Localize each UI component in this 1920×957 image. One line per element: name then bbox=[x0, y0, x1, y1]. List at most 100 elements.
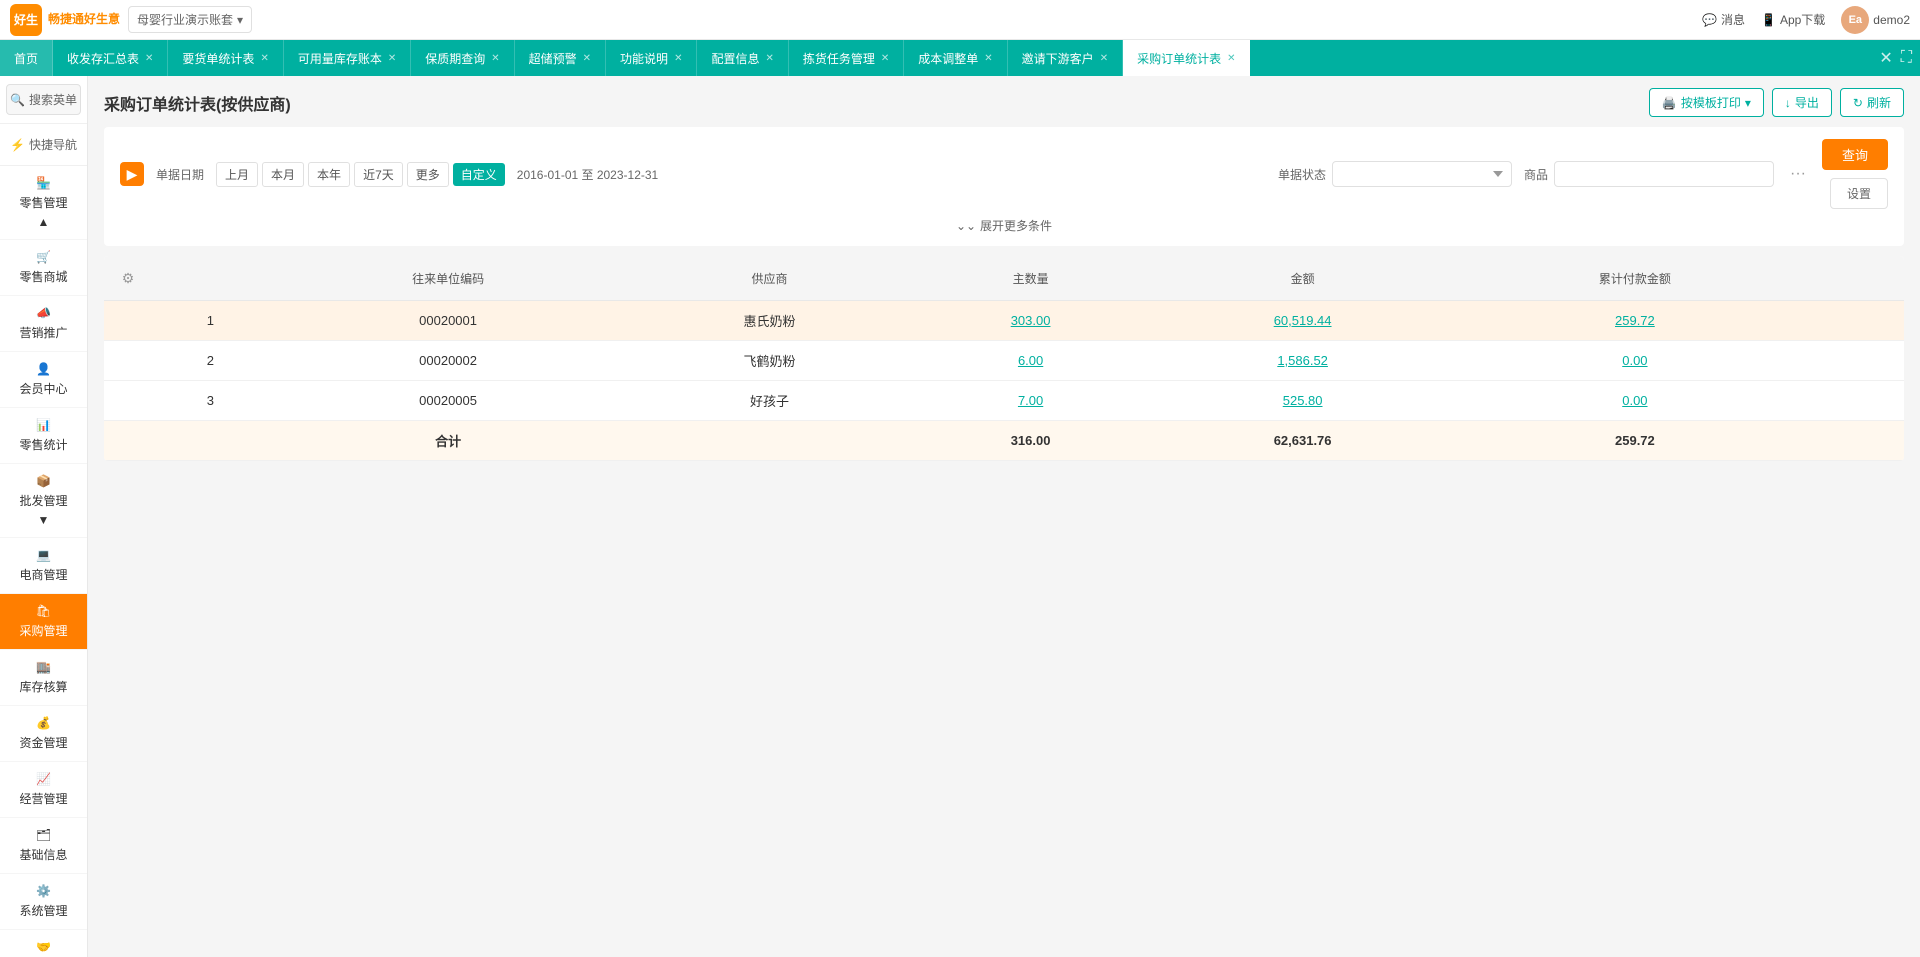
footer-extra bbox=[1814, 421, 1904, 461]
sidebar-item-huiyuan-label: 会员中心 bbox=[19, 380, 67, 397]
sidebar-item-caigou[interactable]: 🛍 采购管理 bbox=[0, 594, 87, 650]
footer-num bbox=[152, 421, 269, 461]
expand-icon: ⌄⌄ bbox=[956, 219, 976, 233]
cell-qty-2[interactable]: 6.00 bbox=[911, 341, 1149, 381]
top-bar-left: 好生 畅捷通好生意 母婴行业演示账套 ▾ bbox=[10, 4, 252, 36]
tab-chenben-close[interactable]: ✕ bbox=[984, 53, 992, 64]
cell-amount-1[interactable]: 60,519.44 bbox=[1150, 301, 1456, 341]
qiye-icon: 🤝 bbox=[36, 940, 51, 954]
tab-baozhiqi-close[interactable]: ✕ bbox=[491, 53, 499, 64]
more-filter-dots[interactable]: ··· bbox=[1786, 165, 1810, 183]
cell-supplier-1: 惠氏奶粉 bbox=[627, 301, 911, 341]
chevron-down-icon: ▲ bbox=[38, 215, 50, 229]
th-qty: 主数量 bbox=[911, 256, 1149, 301]
print-button[interactable]: 🖨️ 按模板打印 ▾ bbox=[1649, 88, 1764, 117]
cell-qty-3[interactable]: 7.00 bbox=[911, 381, 1149, 421]
sidebar-item-pifa[interactable]: 📦 批发管理 ▼ bbox=[0, 464, 87, 538]
settings-button[interactable]: 设置 bbox=[1830, 178, 1888, 209]
tab-kexuanliang-close[interactable]: ✕ bbox=[388, 53, 396, 64]
sidebar-item-lingshou[interactable]: 🏪 零售管理 ▲ bbox=[0, 166, 87, 240]
sidebar-item-jingying[interactable]: 📈 经营管理 bbox=[0, 762, 87, 818]
tab-caigoutongji-label: 采购订单统计表 bbox=[1137, 50, 1221, 67]
sidebar-item-yingxiao-label: 营销推广 bbox=[19, 324, 67, 341]
sidebar-item-zijin[interactable]: 💰 资金管理 bbox=[0, 706, 87, 762]
user-profile[interactable]: Ea demo2 bbox=[1841, 6, 1910, 34]
tab-yaoqingxia-close[interactable]: ✕ bbox=[1100, 53, 1108, 64]
tab-kuohuorenwu-close[interactable]: ✕ bbox=[881, 53, 889, 64]
filter-row: ▶ 单据日期 上月 本月 本年 近7天 更多 自定义 2016-01-01 至 … bbox=[120, 139, 1888, 209]
sidebar-item-yingxiao[interactable]: 📣 营销推广 bbox=[0, 296, 87, 352]
filter-toggle-button[interactable]: ▶ bbox=[120, 162, 144, 186]
cell-paid-3[interactable]: 0.00 bbox=[1456, 381, 1815, 421]
messages-action[interactable]: 💬 消息 bbox=[1702, 11, 1745, 28]
nav-maximize-icon[interactable]: ⛶ bbox=[1901, 49, 1912, 67]
query-button[interactable]: 查询 bbox=[1822, 139, 1888, 170]
table-footer: 合计 316.00 62,631.76 259.72 bbox=[104, 421, 1904, 461]
export-button[interactable]: ↓ 导出 bbox=[1772, 88, 1832, 117]
tab-home[interactable]: 首页 bbox=[0, 40, 53, 76]
tab-chenben[interactable]: 成本调整单 ✕ bbox=[904, 40, 1007, 76]
cell-paid-2[interactable]: 0.00 bbox=[1456, 341, 1815, 381]
table-header: ⚙ 往来单位编码 供应商 主数量 金额 累计付款金额 bbox=[104, 256, 1904, 301]
message-icon: 💬 bbox=[1702, 13, 1717, 27]
tab-kexuanliang[interactable]: 可用量库存账本 ✕ bbox=[284, 40, 411, 76]
th-code: 往来单位编码 bbox=[269, 256, 628, 301]
sidebar-item-xitong[interactable]: ⚙️ 系统管理 bbox=[0, 874, 87, 930]
tab-shoufahu[interactable]: 收发存汇总表 ✕ bbox=[53, 40, 168, 76]
goods-filter-input[interactable] bbox=[1554, 161, 1774, 187]
username: demo2 bbox=[1873, 13, 1910, 27]
date-btn-7days[interactable]: 近7天 bbox=[354, 162, 403, 187]
table-container: ⚙ 往来单位编码 供应商 主数量 金额 累计付款金额 bbox=[104, 256, 1904, 461]
column-settings-button[interactable]: ⚙ bbox=[116, 266, 140, 290]
sidebar-item-huiyuan[interactable]: 👤 会员中心 bbox=[0, 352, 87, 408]
status-filter-select[interactable] bbox=[1332, 161, 1512, 187]
cell-amount-3[interactable]: 525.80 bbox=[1150, 381, 1456, 421]
date-btn-this-month[interactable]: 本月 bbox=[262, 162, 304, 187]
sidebar-item-qiye[interactable]: 🤝 企业协同 bbox=[0, 930, 87, 957]
print-icon: 🖨️ bbox=[1662, 96, 1677, 110]
tab-chaochuyujing[interactable]: 超储预警 ✕ bbox=[515, 40, 606, 76]
tab-shoufahu-close[interactable]: ✕ bbox=[145, 53, 153, 64]
workspace-selector[interactable]: 母婴行业演示账套 ▾ bbox=[128, 6, 252, 33]
date-btn-more[interactable]: 更多 bbox=[407, 162, 449, 187]
tab-kexuanliang-label: 可用量库存账本 bbox=[298, 50, 382, 67]
cell-qty-1[interactable]: 303.00 bbox=[911, 301, 1149, 341]
tab-yaohuo-label: 要货单统计表 bbox=[182, 50, 254, 67]
sidebar-item-kucun-label: 库存核算 bbox=[19, 678, 67, 695]
tab-gongneng-close[interactable]: ✕ bbox=[674, 53, 682, 64]
cell-amount-2[interactable]: 1,586.52 bbox=[1150, 341, 1456, 381]
expand-label: 展开更多条件 bbox=[980, 217, 1052, 234]
nav-close-all-icon[interactable]: ✕ bbox=[1879, 48, 1892, 68]
tab-yaohuo[interactable]: 要货单统计表 ✕ bbox=[168, 40, 283, 76]
tab-kuohuorenwu[interactable]: 拣货任务管理 ✕ bbox=[789, 40, 904, 76]
cell-settings-2 bbox=[104, 341, 152, 381]
sidebar-item-dianshang[interactable]: 💻 电商管理 bbox=[0, 538, 87, 594]
tab-caigoutongji[interactable]: 采购订单统计表 ✕ bbox=[1123, 40, 1250, 76]
sidebar-item-jichu[interactable]: 🗂 基础信息 bbox=[0, 818, 87, 874]
quick-nav-button[interactable]: ⚡ 快捷导航 bbox=[6, 130, 81, 159]
tab-baozhiqi[interactable]: 保质期查询 ✕ bbox=[411, 40, 514, 76]
tab-peizhi-close[interactable]: ✕ bbox=[765, 53, 773, 64]
sidebar-item-kucun[interactable]: 🏬 库存核算 bbox=[0, 650, 87, 706]
zijin-icon: 💰 bbox=[36, 716, 51, 730]
tab-gongneng[interactable]: 功能说明 ✕ bbox=[606, 40, 697, 76]
sidebar-item-lingshoutongji[interactable]: 📊 零售统计 bbox=[0, 408, 87, 464]
tab-yaoqingxia[interactable]: 邀请下游客户 ✕ bbox=[1008, 40, 1123, 76]
date-custom-badge[interactable]: 自定义 bbox=[453, 163, 505, 186]
tab-gongneng-label: 功能说明 bbox=[620, 50, 668, 67]
expand-more-button[interactable]: ⌄⌄ 展开更多条件 bbox=[956, 217, 1052, 234]
tab-caigoutongji-close[interactable]: ✕ bbox=[1227, 53, 1235, 64]
tab-home-label: 首页 bbox=[14, 50, 38, 67]
table-row: 3 00020005 好孩子 7.00 525.80 0.00 bbox=[104, 381, 1904, 421]
sidebar-item-lingshoushangcheng[interactable]: 🛒 零售商城 bbox=[0, 240, 87, 296]
search-button[interactable]: 🔍 搜索英单 bbox=[6, 84, 81, 115]
cell-paid-1[interactable]: 259.72 bbox=[1456, 301, 1815, 341]
date-btn-this-year[interactable]: 本年 bbox=[308, 162, 350, 187]
nav-tabs: 首页 收发存汇总表 ✕ 要货单统计表 ✕ 可用量库存账本 ✕ 保质期查询 ✕ 超… bbox=[0, 40, 1920, 76]
tab-yaohuo-close[interactable]: ✕ bbox=[260, 53, 268, 64]
tab-chaochuyujing-close[interactable]: ✕ bbox=[583, 53, 591, 64]
tab-peizhi[interactable]: 配置信息 ✕ bbox=[697, 40, 788, 76]
refresh-button[interactable]: ↻ 刷新 bbox=[1840, 88, 1904, 117]
date-btn-last-month[interactable]: 上月 bbox=[216, 162, 258, 187]
app-download-action[interactable]: 📱 App下载 bbox=[1761, 11, 1825, 28]
